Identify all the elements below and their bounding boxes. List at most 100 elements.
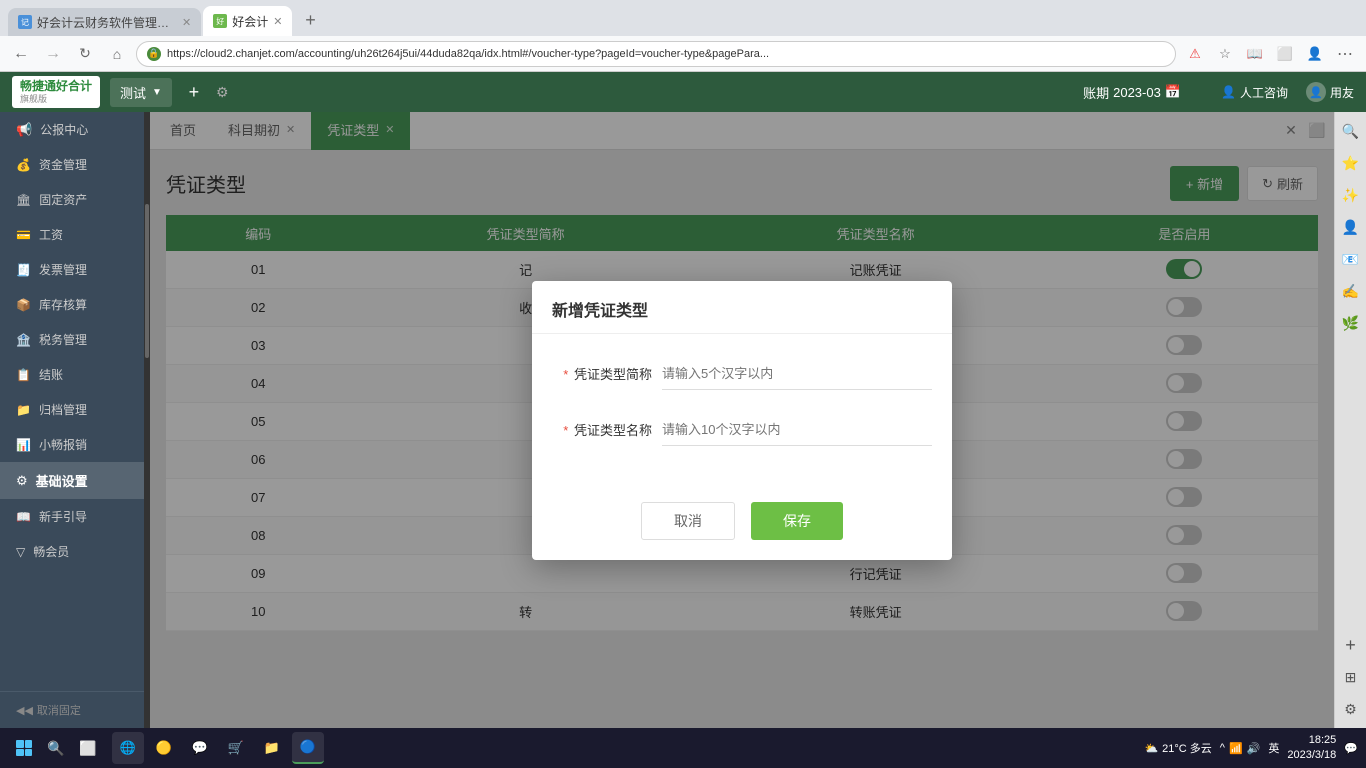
right-feather-icon[interactable]: ✍ [1338,278,1364,304]
taskbar-app-wechat[interactable]: 💬 [184,732,216,764]
taskbar-right: ⛅ 21°C 多云 ^ 📶 🔊 英 18:25 2023/3/18 💬 [1144,733,1358,764]
inactive-tab-close[interactable]: ✕ [182,16,191,29]
workspace-selector[interactable]: 测试 ▼ [110,78,172,107]
help-button[interactable]: 👤 人工咨询 [1221,84,1288,101]
taskbar-app-edge[interactable]: 🌐 [112,732,144,764]
home-button[interactable]: ⌂ [104,41,130,67]
language-indicator: 英 [1268,740,1279,756]
right-panel: 🔍 ⭐ ✨ 👤 📧 ✍ 🌿 + ⊞ ⚙ [1334,112,1366,728]
ssl-icon: 🔒 [147,47,161,61]
right-user-icon[interactable]: 👤 [1338,214,1364,240]
fixed-assets-icon: 🏛 [16,193,31,207]
invoice-icon: 🧾 [16,263,31,277]
new-tab-button[interactable]: + [296,6,324,34]
close-accounts-icon: 📋 [16,368,31,382]
browser-chrome: 记 好会计云财务软件管理系统_会计 ✕ 好 好会计 ✕ + [0,0,1366,36]
right-ai-icon[interactable]: ✨ [1338,182,1364,208]
announcement-icon: 📢 [16,122,32,138]
address-bar: ← → ↻ ⌂ 🔒 https://cloud2.chanjet.com/acc… [0,36,1366,72]
sidebar-item-fixed-assets[interactable]: 🏛 固定资产 [0,182,150,217]
period-info: 账期 2023-03 📅 [1083,83,1181,102]
browser-tab-active[interactable]: 好 好会计 ✕ [203,6,292,36]
right-grid-icon[interactable]: ⊞ [1338,664,1364,690]
modal-dialog: 新增凭证类型 * 凭证类型简称 * 凭证类型名称 [532,281,952,560]
content-area: 首页 科目期初 ✕ 凭证类型 ✕ ✕ ⬜ 凭证类型 + 新增 ↻ [150,112,1334,728]
sidebar: 📢 公报中心 💰 资金管理 🏛 固定资产 💳 工资 🧾 发票管理 📦 库 [0,112,150,728]
taskbar-multitask-button[interactable]: ⬜ [72,732,104,764]
forward-button[interactable]: → [40,41,66,67]
form-row-name: * 凭证类型名称 [552,414,932,446]
sidebar-item-invoice[interactable]: 🧾 发票管理 [0,252,150,287]
taskbar-search-button[interactable]: 🔍 [40,732,72,764]
right-bookmark-icon[interactable]: ⭐ [1338,150,1364,176]
right-search-icon[interactable]: 🔍 [1338,118,1364,144]
notification-area: ^ 📶 🔊 [1220,742,1261,755]
name-label: * 凭证类型名称 [552,420,662,439]
taskbar: 🔍 ⬜ 🌐 🟡 💬 🛒 📁 🔵 ⛅ 21°C 多云 ^ 📶 🔊 英 18:25 … [0,728,1366,768]
sidebar-item-archive[interactable]: 📁 归档管理 [0,392,150,427]
back-button[interactable]: ← [8,41,34,67]
sidebar-item-close-accounts[interactable]: 📋 结账 [0,357,150,392]
inactive-tab-label: 好会计云财务软件管理系统_会计 [37,14,177,31]
start-button[interactable] [8,732,40,764]
active-tab-label: 好会计 [232,13,268,30]
modal-body: * 凭证类型简称 * 凭证类型名称 [532,334,952,494]
right-plus-icon[interactable]: + [1338,632,1364,658]
fund-icon: 💰 [16,158,31,172]
sidebar-item-expense[interactable]: 📊 小畅报销 [0,427,150,462]
abbr-label: * 凭证类型简称 [552,364,662,383]
abbr-input[interactable] [662,358,932,390]
clock: 18:25 2023/3/18 [1287,733,1336,764]
extensions-button[interactable]: ⚠ [1182,41,1208,67]
browser-tab-inactive[interactable]: 记 好会计云财务软件管理系统_会计 ✕ [8,8,201,36]
sidebar-item-guide[interactable]: 📖 新手引导 [0,499,150,534]
cancel-button[interactable]: 取消 [641,502,735,540]
app-logo: 畅捷通好合计 旗舰版 [12,76,100,107]
modal-header: 新增凭证类型 [532,281,952,334]
sidebar-item-announcement[interactable]: 📢 公报中心 [0,112,150,147]
cancel-pin-button[interactable]: ◀◀ 取消固定 [0,691,150,728]
taskbar-app-chrome[interactable]: 🟡 [148,732,180,764]
expense-icon: 📊 [16,438,31,452]
app-header: 畅捷通好合计 旗舰版 测试 ▼ + ⚙ 账期 2023-03 📅 👤 人工咨询 … [0,72,1366,112]
form-row-abbr: * 凭证类型简称 [552,358,932,390]
add-workspace-button[interactable]: + [182,80,206,104]
settings-icon[interactable]: ⚙ [216,84,229,101]
tax-icon: 🏦 [16,333,31,347]
sidebar-item-fund[interactable]: 💰 资金管理 [0,147,150,182]
inventory-icon: 📦 [16,298,31,312]
modal-overlay: 新增凭证类型 * 凭证类型简称 * 凭证类型名称 [150,112,1334,728]
reload-button[interactable]: ↻ [72,41,98,67]
taskbar-app-browser2[interactable]: 🔵 [292,732,324,764]
right-leaf-icon[interactable]: 🌿 [1338,310,1364,336]
browser-actions: ⚠ ☆ 📖 ⬜ 👤 ⋯ [1182,41,1358,67]
modal-footer: 取消 保存 [532,494,952,560]
archive-icon: 📁 [16,403,31,417]
reader-button[interactable]: 📖 [1242,41,1268,67]
taskbar-app-store[interactable]: 🛒 [220,732,252,764]
user-button[interactable]: 👤 用友 [1306,82,1354,102]
save-button[interactable]: 保存 [751,502,843,540]
sidebar-item-salary[interactable]: 💳 工资 [0,217,150,252]
url-bar[interactable]: 🔒 https://cloud2.chanjet.com/accounting/… [136,41,1176,67]
sidebar-item-member[interactable]: ▽ 畅会员 [0,534,150,569]
sidebar-item-tax[interactable]: 🏦 税务管理 [0,322,150,357]
calendar-icon[interactable]: 📅 [1165,84,1181,100]
active-tab-close[interactable]: ✕ [273,15,282,28]
url-text: https://cloud2.chanjet.com/accounting/uh… [167,48,769,60]
split-view-button[interactable]: ⬜ [1272,41,1298,67]
sidebar-item-settings[interactable]: ⚙ 基础设置 [0,462,150,499]
taskbar-app-files[interactable]: 📁 [256,732,288,764]
right-gear-icon[interactable]: ⚙ [1338,696,1364,722]
name-input[interactable] [662,414,932,446]
settings-sidebar-icon: ⚙ [16,473,28,489]
right-outlook-icon[interactable]: 📧 [1338,246,1364,272]
favorites-button[interactable]: ☆ [1212,41,1238,67]
taskbar-apps: 🌐 🟡 💬 🛒 📁 🔵 [112,732,324,764]
profile-button[interactable]: 👤 [1302,41,1328,67]
member-icon: ▽ [16,545,25,559]
notification-button[interactable]: 💬 [1344,742,1358,755]
sidebar-item-inventory[interactable]: 📦 库存核算 [0,287,150,322]
guide-icon: 📖 [16,510,31,524]
more-button[interactable]: ⋯ [1332,41,1358,67]
